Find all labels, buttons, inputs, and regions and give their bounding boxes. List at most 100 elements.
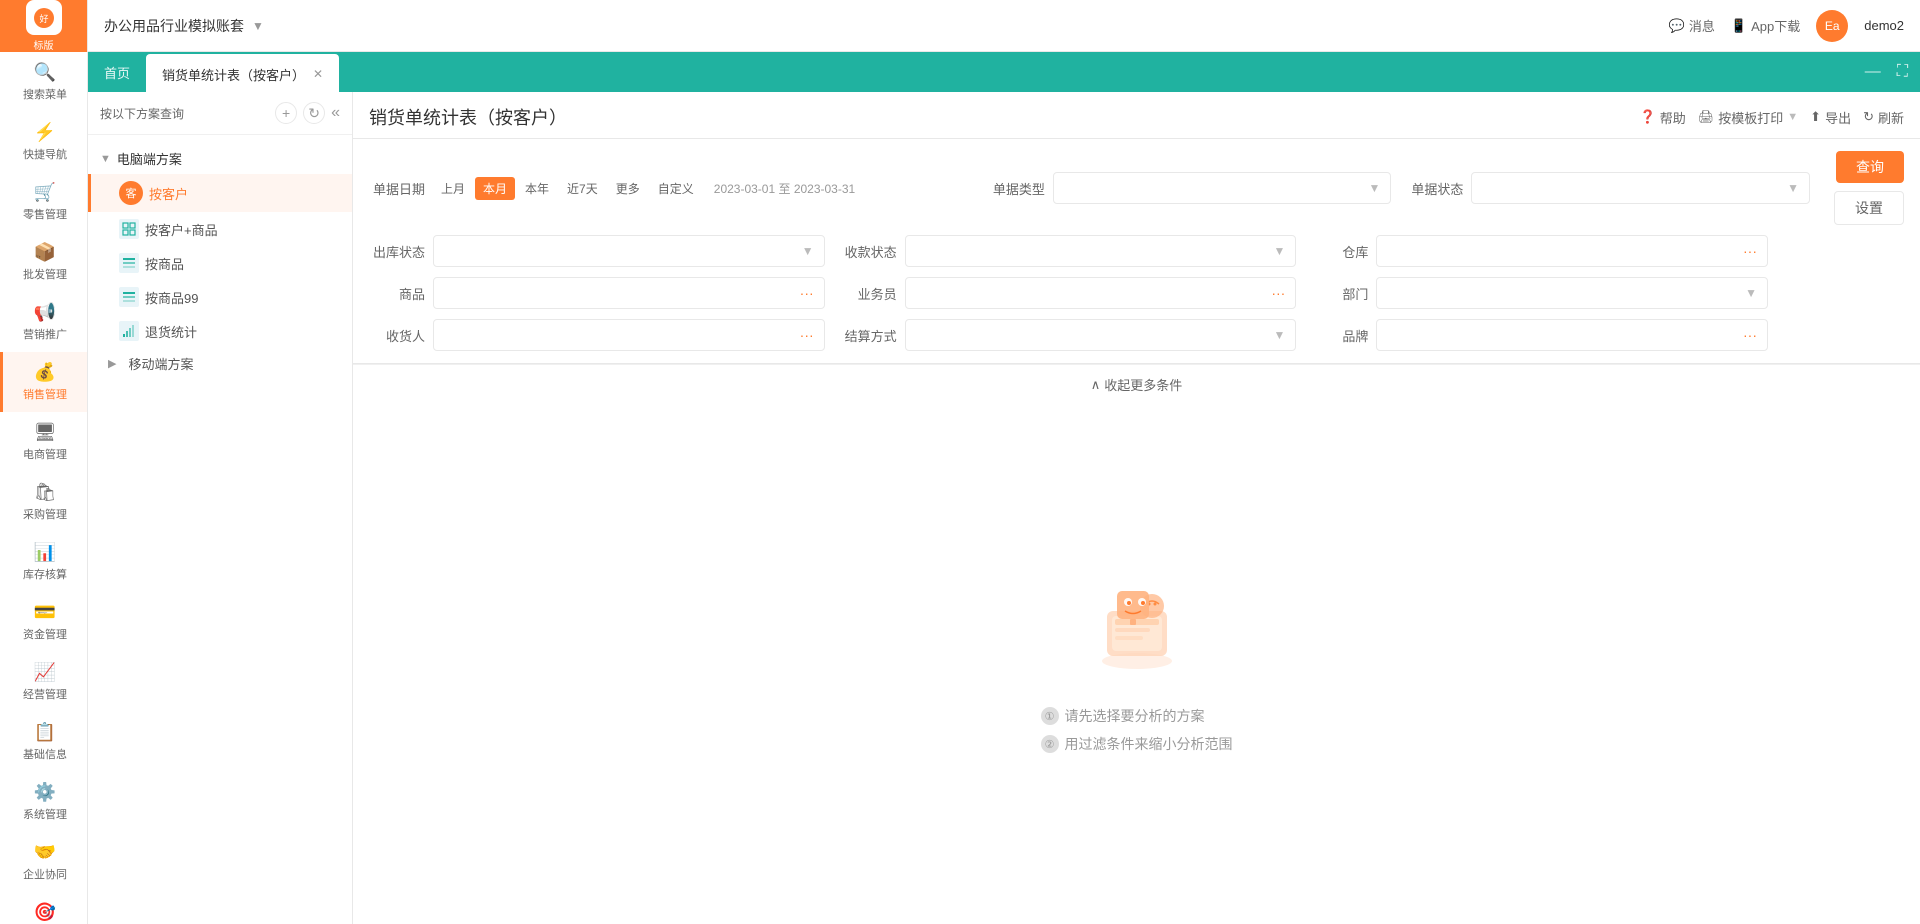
sidebar-item-finance[interactable]: 💳 资金管理 bbox=[0, 592, 87, 652]
system-icon: ⚙️ bbox=[34, 782, 56, 803]
sidebar-item-search-menu[interactable]: 🔍 搜索菜单 bbox=[0, 52, 87, 112]
scheme-item-return-stats[interactable]: 退货统计 bbox=[88, 314, 352, 348]
header-left: 办公用品行业模拟账套 ▼ bbox=[104, 16, 264, 36]
page-header: 销货单统计表（按客户） ❓ 帮助 🖨 按模板打印 ▼ ⬆ 导出 bbox=[353, 92, 1920, 139]
date-tab-custom[interactable]: 自定义 bbox=[650, 177, 702, 200]
brand-label: 品牌 bbox=[1312, 326, 1368, 345]
sidebar-item-label: 零售管理 bbox=[23, 206, 67, 222]
order-type-dropdown-icon: ▼ bbox=[1369, 181, 1381, 195]
salesperson-select[interactable]: ··· bbox=[905, 277, 1297, 309]
sidebar-item-wholesale[interactable]: 📦 批发管理 bbox=[0, 232, 87, 292]
scheme-item-by-goods-99[interactable]: 按商品99 bbox=[88, 280, 352, 314]
order-type-label: 单据类型 bbox=[989, 179, 1045, 198]
print-btn[interactable]: 🖨 按模板打印 ▼ bbox=[1698, 108, 1798, 127]
consignee-label: 收货人 bbox=[369, 326, 425, 345]
header-dropdown-icon[interactable]: ▼ bbox=[252, 19, 264, 33]
order-type-select[interactable]: ▼ bbox=[1053, 172, 1392, 204]
sidebar-item-sales[interactable]: 💰 销售管理 bbox=[0, 352, 87, 412]
scheme-item-by-customer-goods[interactable]: 按客户+商品 bbox=[88, 212, 352, 246]
refresh-btn[interactable]: ↻ 刷新 bbox=[1863, 108, 1904, 127]
stock-status-dropdown-icon: ▼ bbox=[802, 244, 814, 258]
sidebar-item-ecommerce[interactable]: 🖥 电商管理 bbox=[0, 412, 87, 472]
warehouse-label: 仓库 bbox=[1312, 242, 1368, 261]
collapse-panel-btn[interactable]: « bbox=[331, 104, 340, 122]
sidebar-item-label: 经营管理 bbox=[23, 686, 67, 702]
help-btn[interactable]: ❓ 帮助 bbox=[1640, 108, 1686, 127]
messages-btn[interactable]: 💬 消息 bbox=[1669, 16, 1715, 35]
scheme-item-by-goods[interactable]: 按商品 bbox=[88, 246, 352, 280]
sidebar-item-marketing[interactable]: 📢 营销推广 bbox=[0, 292, 87, 352]
warehouse-select[interactable]: ··· bbox=[1376, 235, 1768, 267]
receipt-status-select[interactable]: ▼ bbox=[905, 235, 1297, 267]
order-status-label: 单据状态 bbox=[1407, 179, 1463, 198]
logo-icon: 好 bbox=[26, 0, 62, 35]
receipt-status-label: 收款状态 bbox=[841, 242, 897, 261]
hint-text-1: 请先选择要分析的方案 bbox=[1065, 706, 1205, 726]
date-tab-this-year[interactable]: 本年 bbox=[517, 177, 557, 200]
tab-home[interactable]: 首页 bbox=[88, 52, 146, 92]
sidebar-item-operations[interactable]: 📈 经营管理 bbox=[0, 652, 87, 712]
date-tab-last-month[interactable]: 上月 bbox=[433, 177, 473, 200]
hint-text-2: 用过滤条件来缩小分析范围 bbox=[1065, 734, 1233, 754]
app-logo[interactable]: 好 标版 bbox=[0, 0, 87, 52]
ecommerce-icon: 🖥 bbox=[34, 422, 57, 443]
settlement-select[interactable]: ▼ bbox=[905, 319, 1297, 351]
sidebar-item-system[interactable]: ⚙️ 系统管理 bbox=[0, 772, 87, 832]
sidebar-item-inventory[interactable]: 📊 库存核算 bbox=[0, 532, 87, 592]
date-tab-this-month[interactable]: 本月 bbox=[475, 177, 515, 200]
sidebar-item-quick-nav[interactable]: ⚡ 快捷导航 bbox=[0, 112, 87, 172]
stock-status-select[interactable]: ▼ bbox=[433, 235, 825, 267]
main-nav: 🔍 搜索菜单 ⚡ 快捷导航 🛒 零售管理 📦 批发管理 📢 营销推广 💰 销售管… bbox=[0, 52, 87, 924]
header-title: 办公用品行业模拟账套 bbox=[104, 16, 244, 36]
app-download-btn[interactable]: 📱 App下载 bbox=[1731, 16, 1800, 35]
goods-select[interactable]: ··· bbox=[433, 277, 825, 309]
scheme-item-label: 退货统计 bbox=[145, 322, 197, 341]
date-tab-more[interactable]: 更多 bbox=[608, 177, 648, 200]
consignee-select[interactable]: ··· bbox=[433, 319, 825, 351]
sidebar: 好 标版 🔍 搜索菜单 ⚡ 快捷导航 🛒 零售管理 📦 批发管理 📢 营销推广 … bbox=[0, 0, 88, 924]
collapse-more-btn[interactable]: ∧ 收起更多条件 bbox=[1079, 371, 1195, 398]
scheme-item-by-customer[interactable]: 客 按客户 bbox=[88, 174, 352, 212]
inventory-icon: 📊 bbox=[34, 542, 56, 563]
sidebar-item-base-info[interactable]: 📋 基础信息 bbox=[0, 712, 87, 772]
export-btn[interactable]: ⬆ 导出 bbox=[1810, 108, 1851, 127]
tab-maximize-icon[interactable]: ⛶ bbox=[1893, 59, 1912, 85]
download-label: App下载 bbox=[1751, 16, 1800, 35]
settlement-label: 结算方式 bbox=[841, 326, 897, 345]
mobile-scheme-group[interactable]: ▶ 移动端方案 bbox=[88, 348, 352, 379]
scheme-item-label: 按客户 bbox=[149, 184, 188, 203]
desktop-scheme-group[interactable]: ▼ 电脑端方案 bbox=[88, 143, 352, 174]
sidebar-item-label: 批发管理 bbox=[23, 266, 67, 282]
group-arrow-right-icon: ▶ bbox=[108, 357, 116, 370]
date-label: 单据日期 bbox=[369, 179, 425, 198]
order-status-select[interactable]: ▼ bbox=[1471, 172, 1810, 204]
add-scheme-btn[interactable]: + bbox=[275, 102, 297, 124]
empty-hint-2: ② 用过滤条件来缩小分析范围 bbox=[1041, 734, 1233, 754]
tab-sales-stat[interactable]: 销货单统计表（按客户） ✕ bbox=[146, 54, 339, 94]
user-avatar[interactable]: Ea bbox=[1816, 10, 1848, 42]
sidebar-item-cooperation[interactable]: 🤝 企业协同 bbox=[0, 832, 87, 892]
query-button[interactable]: 查询 bbox=[1836, 151, 1904, 183]
settings-button[interactable]: 设置 bbox=[1834, 191, 1904, 225]
date-filter-cell: 单据日期 上月 本月 本年 近7天 更多 自定义 2023-03-01 至 20… bbox=[369, 177, 973, 200]
sidebar-item-label: 系统管理 bbox=[23, 806, 67, 822]
goods-ellipsis: ··· bbox=[800, 285, 814, 301]
department-select[interactable]: ▼ bbox=[1376, 277, 1768, 309]
scheme-item-label: 按商品99 bbox=[145, 288, 198, 307]
marketing-icon: 📢 bbox=[34, 302, 56, 323]
sidebar-item-retail[interactable]: 🛒 零售管理 bbox=[0, 172, 87, 232]
messages-label: 消息 bbox=[1689, 16, 1715, 35]
refresh-scheme-btn[interactable]: ↻ bbox=[303, 102, 325, 124]
tab-minimize-icon[interactable]: — bbox=[1861, 59, 1885, 85]
sidebar-item-purchase[interactable]: 🛍 采购管理 bbox=[0, 472, 87, 532]
refresh-label: 刷新 bbox=[1878, 108, 1904, 127]
tab-close-icon[interactable]: ✕ bbox=[313, 67, 323, 81]
left-panel-header: 按以下方案查询 + ↻ « bbox=[88, 92, 352, 135]
sidebar-item-onboarding[interactable]: 🎯 新手引导 bbox=[0, 892, 87, 924]
goods-label: 商品 bbox=[369, 284, 425, 303]
date-tab-7days[interactable]: 近7天 bbox=[559, 177, 606, 200]
brand-select[interactable]: ··· bbox=[1376, 319, 1768, 351]
settlement-dropdown-icon: ▼ bbox=[1273, 328, 1285, 342]
help-label: 帮助 bbox=[1660, 108, 1686, 127]
username[interactable]: demo2 bbox=[1864, 18, 1904, 33]
